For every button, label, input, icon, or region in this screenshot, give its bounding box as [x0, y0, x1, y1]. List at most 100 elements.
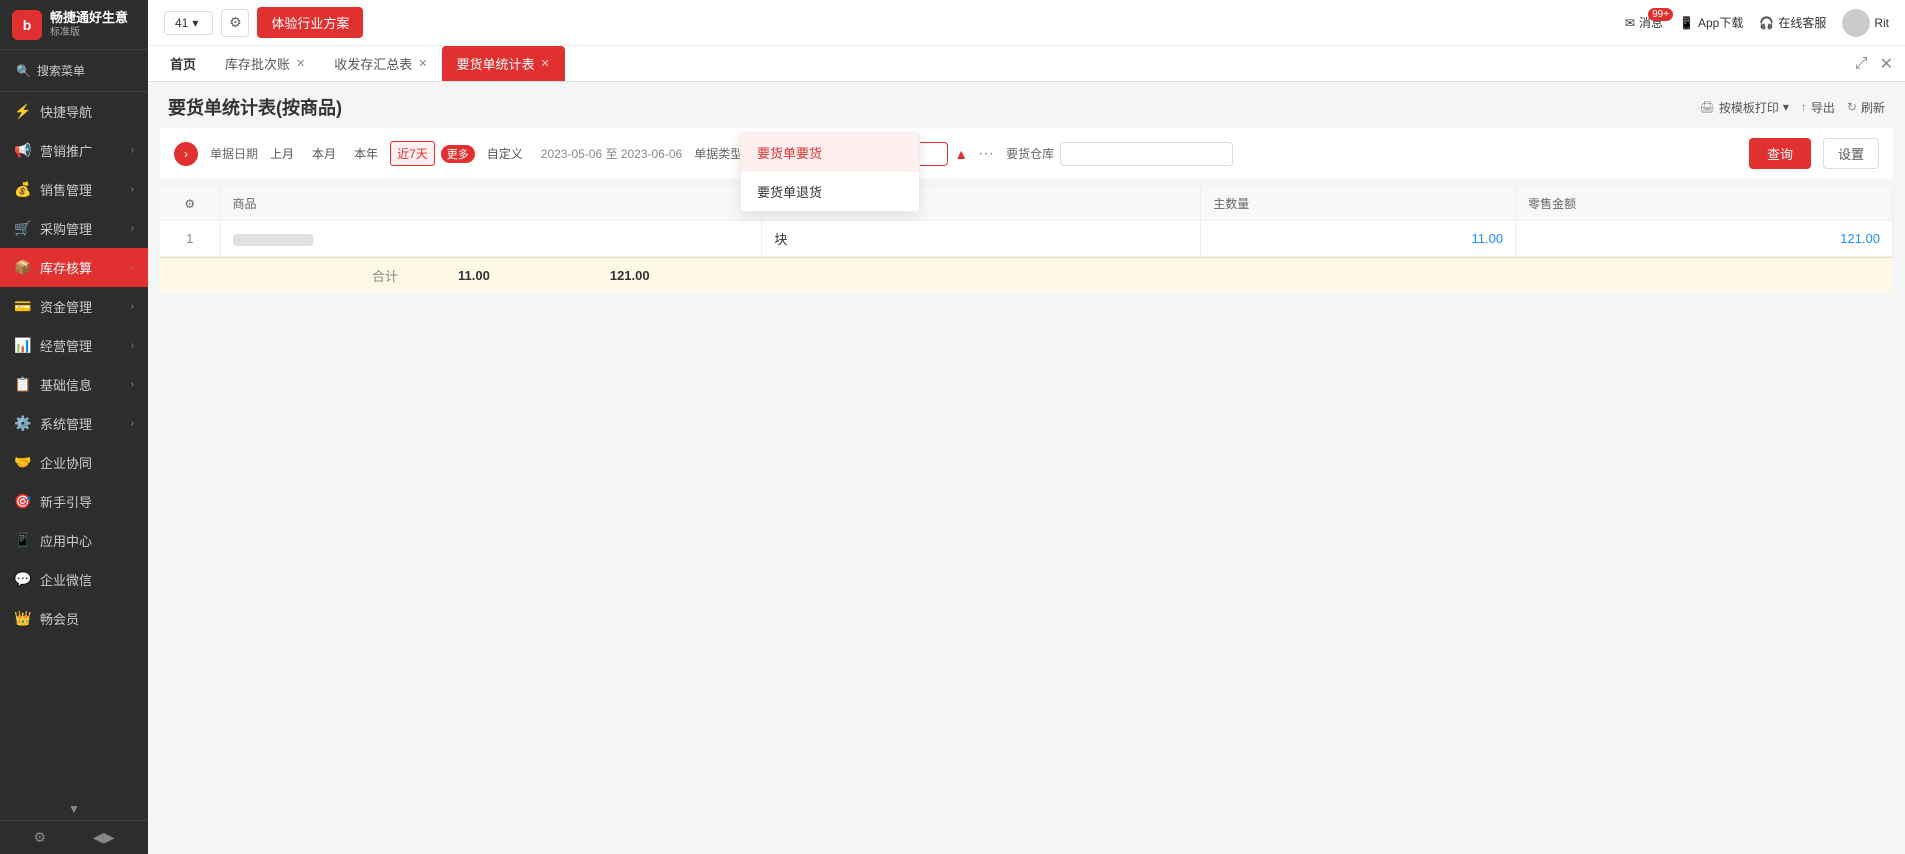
page-actions: 🖨 按模板打印 ▾ ↑ 导出 ↻ 刷新: [1700, 99, 1885, 116]
date-this-year-button[interactable]: 本年: [348, 142, 384, 165]
collapse-icon[interactable]: ◀▶: [93, 829, 115, 846]
tab-close-receive-summary[interactable]: ✕: [418, 57, 427, 70]
collab-icon: 🤝: [14, 454, 32, 472]
date-range-display: 2023-05-06 至 2023-06-06: [541, 145, 682, 162]
setting-button[interactable]: 设置: [1823, 138, 1879, 169]
topbar-left: 41 ▾ ⚙ 体验行业方案: [164, 7, 1625, 38]
sidebar-item-appstore[interactable]: 📱 应用中心: [0, 521, 148, 560]
app-download-button[interactable]: 📱 App下载: [1679, 14, 1743, 31]
guide-icon: 🎯: [14, 493, 32, 511]
print-button[interactable]: 🖨 按模板打印 ▾: [1700, 99, 1789, 116]
close-all-button[interactable]: ✕: [1876, 52, 1897, 76]
online-service-button[interactable]: 🎧 在线客服: [1759, 14, 1826, 31]
chevron-down-icon: ▼: [68, 802, 80, 816]
logo-icon: b: [12, 10, 42, 40]
maximize-button[interactable]: ⤢: [1851, 53, 1872, 75]
tab-close-inventory-batch[interactable]: ✕: [296, 57, 305, 70]
download-icon: 📱: [1679, 16, 1694, 30]
messages-button[interactable]: ✉ 消息 99+: [1625, 14, 1663, 31]
nav-arrow-icon: ›: [131, 184, 134, 195]
sidebar-item-purchase[interactable]: 🛒 采购管理 ›: [0, 209, 148, 248]
sidebar-item-member[interactable]: 👑 畅会员: [0, 599, 148, 638]
nav-arrow-icon: ›: [131, 262, 134, 273]
gear-icon: ⚙: [229, 14, 242, 31]
date-range-text: 2023-05-06 至 2023-06-06: [541, 145, 682, 162]
tab-close-order-stats[interactable]: ✕: [541, 57, 550, 70]
dropdown-item-order-request[interactable]: 要货单要货: [741, 133, 919, 172]
th-settings[interactable]: ⚙: [160, 187, 220, 221]
sidebar-item-base[interactable]: 📋 基础信息 ›: [0, 365, 148, 404]
sidebar-item-operation[interactable]: 📊 经营管理 ›: [0, 326, 148, 365]
type-dropdown-arrow[interactable]: ▲: [954, 146, 968, 162]
warehouse-input[interactable]: [1060, 142, 1233, 166]
date-label: 单据日期: [210, 145, 258, 162]
sidebar-nav: ⚡ 快捷导航 📢 营销推广 › 💰 销售管理 › 🛒 采购管理 › 📦 库存核算…: [0, 92, 148, 798]
cell-qty[interactable]: 11.00: [1201, 221, 1516, 257]
sidebar-item-finance[interactable]: 💳 资金管理 ›: [0, 287, 148, 326]
sidebar-item-wecom[interactable]: 💬 企业微信: [0, 560, 148, 599]
query-button[interactable]: 查询: [1749, 138, 1811, 169]
gear-button[interactable]: ⚙: [221, 9, 249, 37]
user-avatar[interactable]: Rit: [1842, 9, 1889, 37]
table-footer: 合计 11.00 121.00: [160, 257, 1893, 293]
th-amount: 零售金额: [1516, 187, 1893, 221]
warehouse-filter-group: 要货仓库: [1006, 142, 1233, 166]
cell-amount[interactable]: 121.00: [1516, 221, 1893, 257]
sidebar-scroll-down[interactable]: ▼: [0, 798, 148, 820]
type-dropdown-menu: 要货单要货 要货单退货: [740, 132, 920, 212]
sidebar-item-inventory[interactable]: 📦 库存核算 ›: [0, 248, 148, 287]
total-qty: 11.00: [398, 268, 550, 283]
page-title: 要货单统计表(按商品): [168, 94, 342, 120]
sidebar-footer: ⚙ ◀▶: [0, 820, 148, 854]
tab-inventory-batch[interactable]: 库存批次账 ✕: [211, 46, 320, 81]
date-filter-group: 单据日期 上月 本月 本年 近7天 更多 自定义: [210, 141, 529, 166]
tab-order-stats[interactable]: 要货单统计表 ✕: [442, 46, 564, 81]
refresh-button[interactable]: ↻ 刷新: [1847, 99, 1885, 116]
search-menu-button[interactable]: 🔍 搜索菜单: [10, 58, 138, 83]
sidebar-item-sales[interactable]: 💰 销售管理 ›: [0, 170, 148, 209]
date-this-month-button[interactable]: 本月: [306, 142, 342, 165]
product-placeholder: [233, 234, 313, 246]
sidebar-item-guide[interactable]: 🎯 新手引导: [0, 482, 148, 521]
breadcrumb-select[interactable]: 41 ▾: [164, 11, 213, 35]
topbar-right: ✉ 消息 99+ 📱 App下载 🎧 在线客服 Rit: [1625, 9, 1889, 37]
tab-receive-summary[interactable]: 收发存汇总表 ✕: [320, 46, 442, 81]
column-settings-icon[interactable]: ⚙: [184, 197, 195, 211]
sidebar-search-area[interactable]: 🔍 搜索菜单: [0, 50, 148, 92]
date-more-badge[interactable]: 更多: [441, 145, 475, 163]
sidebar-item-quick-nav[interactable]: ⚡ 快捷导航: [0, 92, 148, 131]
trial-button[interactable]: 体验行业方案: [257, 7, 363, 38]
filter-more-button[interactable]: ···: [978, 145, 994, 163]
date-prev-month-button[interactable]: 上月: [264, 142, 300, 165]
cell-seq: 1: [160, 221, 220, 257]
date-last-7days-button[interactable]: 近7天: [390, 141, 435, 166]
search-icon: 🔍: [16, 64, 31, 78]
sidebar-item-collab[interactable]: 🤝 企业协同: [0, 443, 148, 482]
custom-date-button[interactable]: 自定义: [481, 142, 529, 165]
quick-nav-icon: ⚡: [14, 103, 32, 121]
refresh-icon: ↻: [1847, 100, 1857, 114]
service-icon: 🎧: [1759, 16, 1774, 30]
nav-arrow-icon: ›: [131, 340, 134, 351]
logo-text: 畅捷通好生意 标准版: [50, 10, 128, 40]
message-icon: ✉: [1625, 16, 1635, 30]
sidebar-item-system[interactable]: ⚙️ 系统管理 ›: [0, 404, 148, 443]
settings-icon[interactable]: ⚙: [33, 829, 46, 846]
export-button[interactable]: ↑ 导出: [1801, 99, 1835, 116]
filter-expand-button[interactable]: ›: [174, 142, 198, 166]
chevron-down-icon: ▾: [1783, 100, 1789, 114]
expand-icon: ›: [184, 147, 188, 161]
finance-icon: 💳: [14, 298, 32, 316]
nav-arrow-icon: ›: [131, 379, 134, 390]
appstore-icon: 📱: [14, 532, 32, 550]
nav-arrow-icon: ›: [131, 145, 134, 156]
sidebar-item-marketing[interactable]: 📢 营销推广 ›: [0, 131, 148, 170]
export-icon: ↑: [1801, 100, 1807, 114]
main-area: 41 ▾ ⚙ 体验行业方案 ✉ 消息 99+ 📱 App下载 🎧 在线客服: [148, 0, 1905, 854]
dropdown-item-order-return[interactable]: 要货单退货: [741, 172, 919, 211]
messages-badge: 99+: [1648, 8, 1673, 21]
nav-arrow-icon: ›: [131, 418, 134, 429]
member-icon: 👑: [14, 610, 32, 628]
table-row: 1 块 11.00 121.00: [160, 221, 1893, 257]
tab-home[interactable]: 首页: [156, 46, 211, 81]
